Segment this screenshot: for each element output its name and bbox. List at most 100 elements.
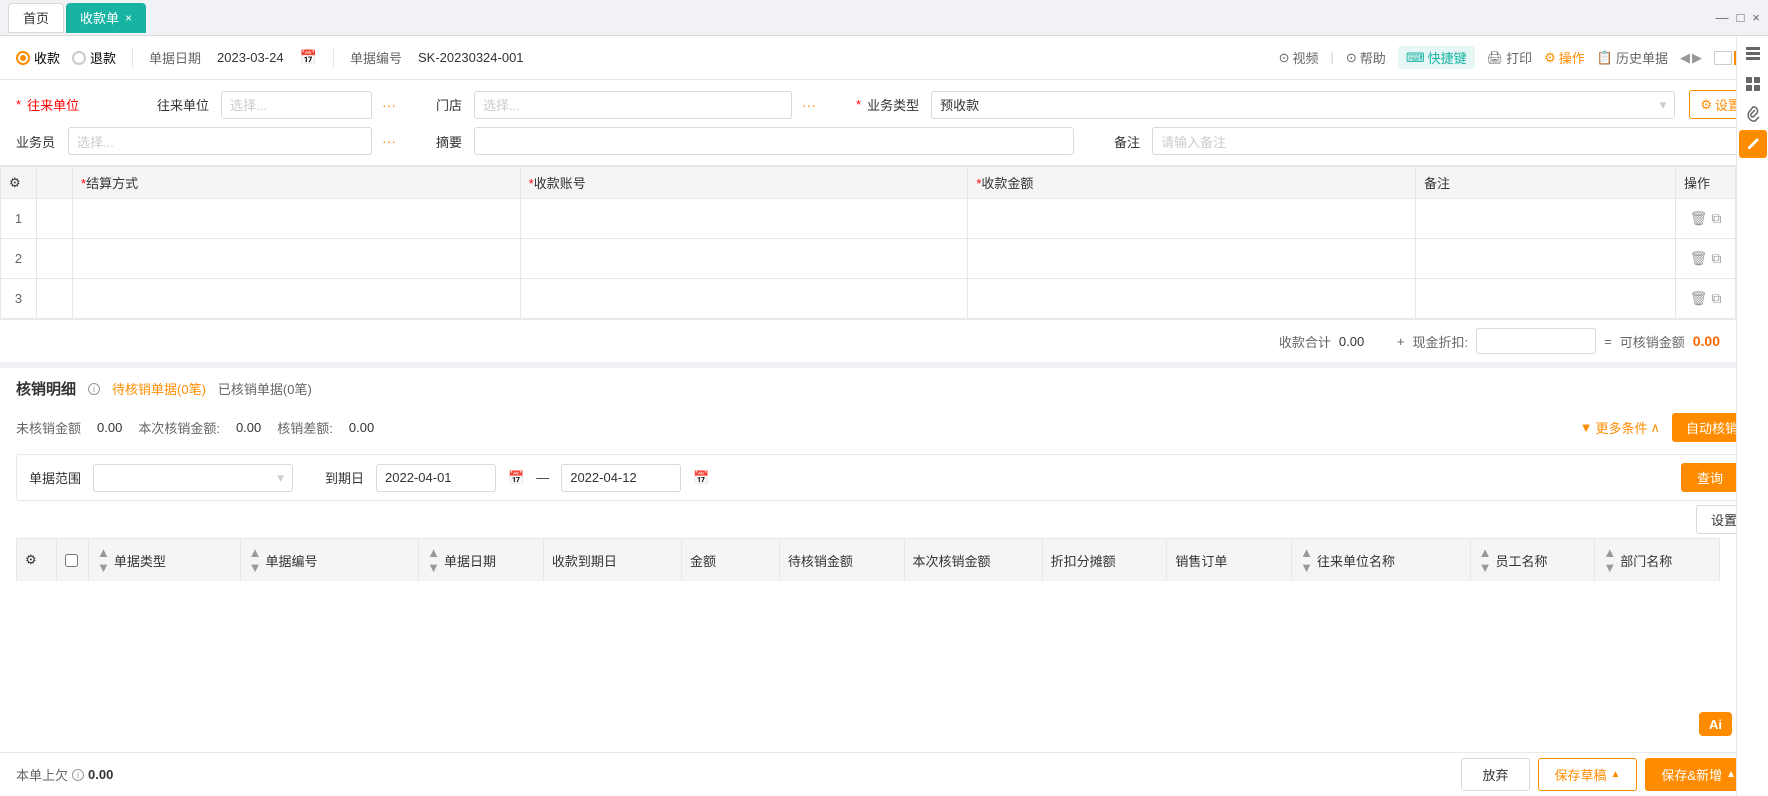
bth-number-label: 单据编号 <box>266 551 318 570</box>
subtotal-value: 0.00 <box>1339 334 1389 349</box>
list-view-icon[interactable] <box>1714 51 1732 65</box>
range-select[interactable]: ▾ <box>93 464 293 492</box>
amount-label: 收款金额 <box>981 176 1033 191</box>
partner-label-text: 往来单位 <box>157 95 209 114</box>
layout-icons: ◀ ▶ <box>1680 50 1702 66</box>
discount-input[interactable] <box>1476 328 1596 354</box>
bth-dept-label: 部门名称 <box>1620 551 1672 570</box>
biz-type-field: * 业务类型 预收款 ▾ ⚙ 设置 <box>856 90 1752 119</box>
row-1-account[interactable] <box>520 199 968 239</box>
tab-receipt-close[interactable]: × <box>125 11 132 25</box>
row-1-payment[interactable] <box>73 199 521 239</box>
bottom-actions: 放弃 保存草稿 ▲ 保存&新增 ▲ <box>1461 758 1752 791</box>
sidebar-edit-icon[interactable] <box>1739 130 1767 158</box>
row-1-amount[interactable] <box>968 199 1416 239</box>
bth-settings[interactable]: ⚙ <box>17 539 57 581</box>
bth-sales-order: 销售订单 <box>1167 539 1292 581</box>
bth-current-label: 本次核销金额 <box>913 551 991 570</box>
nav-prev-icon[interactable]: ◀ <box>1680 50 1690 66</box>
row-2-account[interactable] <box>520 239 968 279</box>
tab-receipt[interactable]: 收款单 × <box>66 3 146 33</box>
diff-value: 0.00 <box>349 420 374 435</box>
partner-input[interactable]: 选择... <box>221 91 372 119</box>
save-draft-button[interactable]: 保存草稿 ▲ <box>1538 758 1638 791</box>
row-3-amount[interactable] <box>968 279 1416 319</box>
biz-type-select[interactable]: 预收款 ▾ <box>931 91 1675 119</box>
prev-label: 本单上欠 <box>16 765 68 784</box>
more-conditions-btn[interactable]: ▼ 更多条件 ∧ <box>1580 418 1660 437</box>
select-all-checkbox[interactable] <box>65 554 78 567</box>
row-1-copy-icon[interactable]: ⧉ <box>1711 210 1721 227</box>
row-2-amount[interactable] <box>968 239 1416 279</box>
toolbar-right: ⊙ 视频 | ⊙ 帮助 ⌨ 快捷键 🖨 打印 ⚙ 操作 📋 历史单据 <box>1279 46 1752 69</box>
row-3-delete-icon[interactable]: 🗑 <box>1690 290 1708 307</box>
row-3-account[interactable] <box>520 279 968 319</box>
window-maximize-btn[interactable]: □ <box>1737 10 1745 25</box>
range-arrow: ▾ <box>277 470 284 486</box>
chevron-icon: ∧ <box>1650 420 1660 436</box>
toolbar-divider-2 <box>333 48 334 68</box>
window-minimize-btn[interactable]: — <box>1716 10 1729 25</box>
bottom-info: 本单上欠 i 0.00 <box>16 765 113 784</box>
partner-more-btn[interactable]: ··· <box>382 97 396 113</box>
row-num-label: 2 <box>15 251 22 266</box>
shortcut-btn[interactable]: ⌨ 快捷键 <box>1398 46 1475 69</box>
date-from-input[interactable] <box>376 464 496 492</box>
sidebar-table-icon[interactable] <box>1739 40 1767 68</box>
row-3-payment[interactable] <box>73 279 521 319</box>
remark-col-label: 备注 <box>1424 176 1450 191</box>
date-to-icon[interactable]: 📅 <box>693 470 709 486</box>
radio-refund[interactable]: 退款 <box>72 48 116 67</box>
sidebar-attachment-icon[interactable] <box>1739 100 1767 128</box>
bth-amount: 金额 <box>682 539 780 581</box>
completed-tab[interactable]: 已核销单据(0笔) <box>218 379 312 398</box>
video-btn[interactable]: ⊙ 视频 <box>1279 48 1319 67</box>
verify-amount-label: 可核销金额 <box>1620 332 1685 351</box>
ops-btn[interactable]: ⚙ 操作 <box>1544 48 1585 67</box>
prev-info-icon[interactable]: i <box>72 769 84 781</box>
tab-home[interactable]: 首页 <box>8 3 64 33</box>
bth-due-date: 收款到期日 <box>544 539 682 581</box>
row-2-remark[interactable] <box>1416 239 1676 279</box>
abandon-button[interactable]: 放弃 <box>1461 758 1529 791</box>
pending-tab[interactable]: 待核销单据(0笔) <box>112 379 206 398</box>
history-btn[interactable]: 📋 历史单据 <box>1597 48 1668 67</box>
window-close-btn[interactable]: × <box>1752 10 1760 25</box>
query-button[interactable]: 查询 <box>1681 463 1739 492</box>
verify-info-icon[interactable]: i <box>88 383 100 395</box>
table-row: 2 🗑 ⧉ <box>1 239 1736 279</box>
diff-label: 核销差额: <box>277 418 333 437</box>
help-btn[interactable]: ⊙ 帮助 <box>1346 48 1386 67</box>
col-settings-header[interactable]: ⚙ <box>1 167 37 199</box>
date-to-input[interactable] <box>561 464 681 492</box>
staff-more-btn[interactable]: ··· <box>382 133 396 149</box>
row-2-copy-icon[interactable]: ⧉ <box>1711 250 1721 267</box>
remark-input[interactable]: 请输入备注 <box>1152 127 1752 155</box>
partner-placeholder: 选择... <box>230 95 267 114</box>
row-2-ops: 🗑 ⧉ <box>1676 239 1736 279</box>
ai-badge[interactable]: Ai <box>1699 712 1732 736</box>
row-2-num: 2 <box>1 239 37 279</box>
row-2-payment[interactable] <box>73 239 521 279</box>
date-picker-icon[interactable]: 📅 <box>300 49 317 66</box>
summary-input[interactable] <box>474 127 1074 155</box>
staff-input[interactable]: 选择... <box>68 127 372 155</box>
bth-checkbox[interactable] <box>57 539 89 581</box>
row-2-delete-icon[interactable]: 🗑 <box>1690 250 1708 267</box>
toolbar: 收款 退款 单据日期 2023-03-24 📅 单据编号 SK-20230324… <box>0 36 1768 80</box>
row-3-copy-icon[interactable]: ⧉ <box>1711 290 1721 307</box>
print-btn[interactable]: 🖨 打印 <box>1487 48 1533 67</box>
print-label: 打印 <box>1506 48 1532 67</box>
row-3-remark[interactable] <box>1416 279 1676 319</box>
shop-more-btn[interactable]: ··· <box>802 97 816 113</box>
prev-value: 0.00 <box>88 767 113 782</box>
date-from-icon[interactable]: 📅 <box>508 470 524 486</box>
query-actions: 查询 <box>1681 463 1739 492</box>
col-rownum-header <box>37 167 73 199</box>
radio-receipt[interactable]: 收款 <box>16 48 60 67</box>
shop-input[interactable]: 选择... <box>474 91 792 119</box>
row-1-remark[interactable] <box>1416 199 1676 239</box>
row-1-delete-icon[interactable]: 🗑 <box>1690 210 1708 227</box>
sidebar-list-icon[interactable] <box>1739 70 1767 98</box>
nav-next-icon[interactable]: ▶ <box>1692 50 1702 66</box>
